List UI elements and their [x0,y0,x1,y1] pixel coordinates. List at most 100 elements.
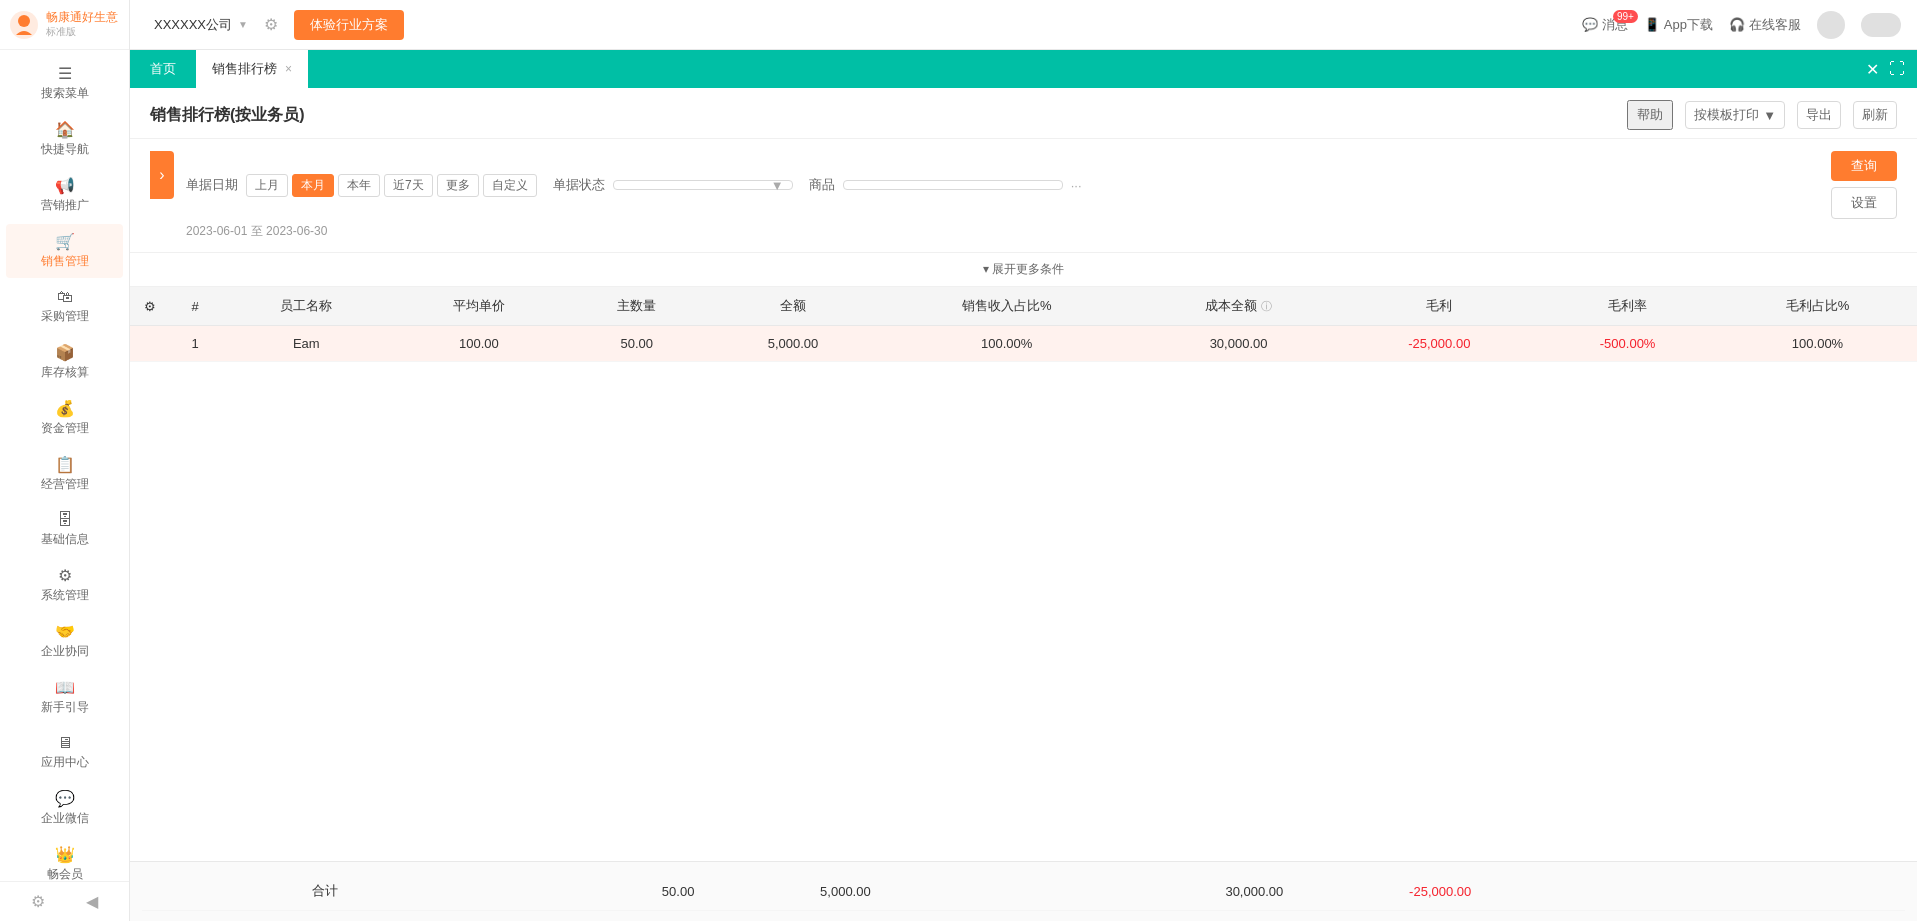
nav-label: 企业协同 [41,643,89,660]
status-select[interactable]: ▼ [613,180,793,190]
nav-icon: ⚙ [58,566,72,585]
date-btn-more[interactable]: 更多 [437,174,479,197]
svg-point-1 [18,15,30,27]
footer-gross: -25,000.00 [1347,872,1533,911]
footer-table: 合计 50.00 5,000.00 30,000.00 -25,000.00 [142,872,1905,911]
print-button[interactable]: 按模板打印 ▼ [1685,101,1785,129]
filter-bar: › 单据日期 上月 本月 本年 近7天 更多 自定义 [130,139,1917,253]
date-btn-7days[interactable]: 近7天 [384,174,433,197]
sidebar-item-新手引导[interactable]: 📖新手引导 [6,670,123,724]
main-content: XXXXXX公司 ▼ ⚙ 体验行业方案 💬 消息 99+ 📱 App下载 🎧 在… [130,0,1917,921]
sidebar-item-销售管理[interactable]: 🛒 销售管理 [6,224,123,278]
logo-icon [8,9,40,41]
col-avg-price: 平均单价 [393,287,566,326]
col-qty: 主数量 [565,287,708,326]
nav-icon: 🛒 [55,232,75,251]
sidebar-item-企业协同[interactable]: 🤝 企业协同 [6,614,123,668]
top-bar-right: 💬 消息 99+ 📱 App下载 🎧 在线客服 [1582,11,1901,39]
maximize-icon[interactable]: ⛶ [1889,60,1905,78]
col-sales-pct: 销售收入占比% [878,287,1136,326]
sidebar-settings-icon[interactable]: ⚙ [31,892,45,911]
col-amount: 全额 [708,287,877,326]
sidebar-item-快捷导航[interactable]: 🏠快捷导航 [6,112,123,166]
goods-input[interactable] [843,180,1063,190]
message-button[interactable]: 💬 消息 99+ [1582,16,1628,34]
date-btn-custom[interactable]: 自定义 [483,174,537,197]
data-table: ⚙ # 员工名称 平均单价 主数量 全额 销售收入占比% 成本全额 ⓘ 毛利 毛… [130,287,1917,362]
sidebar-item-经营管理[interactable]: 📋经营管理 [6,447,123,501]
close-window-icon[interactable]: ✕ [1866,60,1879,79]
sidebar-item-资金管理[interactable]: 💰资金管理 [6,391,123,445]
online-svc-icon: 🎧 [1729,17,1745,32]
table-header-row: ⚙ # 员工名称 平均单价 主数量 全额 销售收入占比% 成本全额 ⓘ 毛利 毛… [130,287,1917,326]
footer-amount: 5,000.00 [752,872,938,911]
col-settings[interactable]: ⚙ [130,287,170,326]
tab-sales-ranking[interactable]: 销售排行榜 × [196,50,308,88]
app-download-button[interactable]: 📱 App下载 [1644,16,1713,34]
company-selector[interactable]: XXXXXX公司 ▼ [146,12,256,38]
nav-icon: 🛍 [57,288,73,306]
goods-label: 商品 [809,176,835,194]
tab-bar: 首页 销售排行榜 × ✕ ⛶ [130,50,1917,88]
sidebar-item-应用中心[interactable]: 🖥应用中心 [6,726,123,779]
nav-label: 销售管理 [41,253,89,270]
expand-label: 展开更多条件 [992,262,1064,276]
status-label: 单据状态 [553,176,605,194]
help-button[interactable]: 帮助 [1627,100,1673,130]
nav-icon: 💰 [55,399,75,418]
tab-close-icon[interactable]: × [285,62,292,76]
sidebar-item-营销推广[interactable]: 📢 营销推广 [6,168,123,222]
sidebar-item-系统管理[interactable]: ⚙系统管理 [6,558,123,612]
export-button[interactable]: 导出 [1797,101,1841,129]
date-btn-year[interactable]: 本年 [338,174,380,197]
row-gross-pct: 100.00% [1718,326,1917,362]
message-badge: 99+ [1613,10,1638,23]
nav-label: 营销推广 [41,197,89,214]
goods-filter: 商品 ··· [809,176,1082,194]
refresh-button[interactable]: 刷新 [1853,101,1897,129]
date-btn-cur-month[interactable]: 本月 [292,174,334,197]
user-avatar[interactable] [1817,11,1845,39]
online-service-button[interactable]: 🎧 在线客服 [1729,16,1801,34]
topbar-settings-icon[interactable]: ⚙ [264,15,278,34]
date-label: 单据日期 [186,176,238,194]
sidebar-item-畅会员[interactable]: 👑畅会员 [6,837,123,881]
row-settings [130,326,170,362]
sidebar-item-搜索菜单[interactable]: ☰搜索菜单 [6,56,123,110]
logo-area: 畅康通好生意 标准版 [0,0,129,50]
nav-icon: 🤝 [55,622,75,641]
date-filter: 单据日期 上月 本月 本年 近7天 更多 自定义 [186,174,537,197]
nav-icon: 📋 [55,455,75,474]
sidebar-collapse-icon[interactable]: ◀ [86,892,98,911]
sidebar-item-基础信息[interactable]: 🗄基础信息 [6,503,123,556]
row-amount: 5,000.00 [708,326,877,362]
footer-label: 合计 [232,872,418,911]
sidebar-item-采购管理[interactable]: 🛍采购管理 [6,280,123,333]
sidebar-nav: ☰搜索菜单🏠快捷导航 📢 营销推广 🛒 销售管理 🛍采购管理📦库存核算💰资金管理📋经营管理… [0,50,129,881]
row-cost: 30,000.00 [1136,326,1342,362]
date-btn-prev-month[interactable]: 上月 [246,174,288,197]
tab-bar-right: ✕ ⛶ [1866,60,1917,79]
col-gross: 毛利 [1341,287,1537,326]
footer-gross-pct [1719,872,1905,911]
expand-more-conditions[interactable]: ▾ 展开更多条件 [130,253,1917,287]
filter-settings-btn[interactable]: 设置 [1831,187,1897,219]
sidebar-item-企业微信[interactable]: 💬企业微信 [6,781,123,835]
nav-icon: 📢 [55,176,75,195]
footer-avg-price [418,872,604,911]
tab-home[interactable]: 首页 [130,50,196,88]
filter-collapse-btn[interactable]: › [150,151,174,199]
nav-label: 畅会员 [47,866,83,881]
more-filter-icon[interactable]: ··· [1071,178,1082,193]
row-gross: -25,000.00 [1341,326,1537,362]
page-title: 销售排行榜(按业务员) [150,105,305,126]
page-actions: 帮助 按模板打印 ▼ 导出 刷新 [1627,100,1897,130]
tab-label: 销售排行榜 [212,60,277,78]
row-sales-pct: 100.00% [878,326,1136,362]
query-button[interactable]: 查询 [1831,151,1897,181]
online-svc-label: 在线客服 [1749,16,1801,34]
nav-icon: 🏠 [55,120,75,139]
trial-button[interactable]: 体验行业方案 [294,10,404,40]
sidebar-item-库存核算[interactable]: 📦库存核算 [6,335,123,389]
nav-icon: ☰ [58,64,72,83]
